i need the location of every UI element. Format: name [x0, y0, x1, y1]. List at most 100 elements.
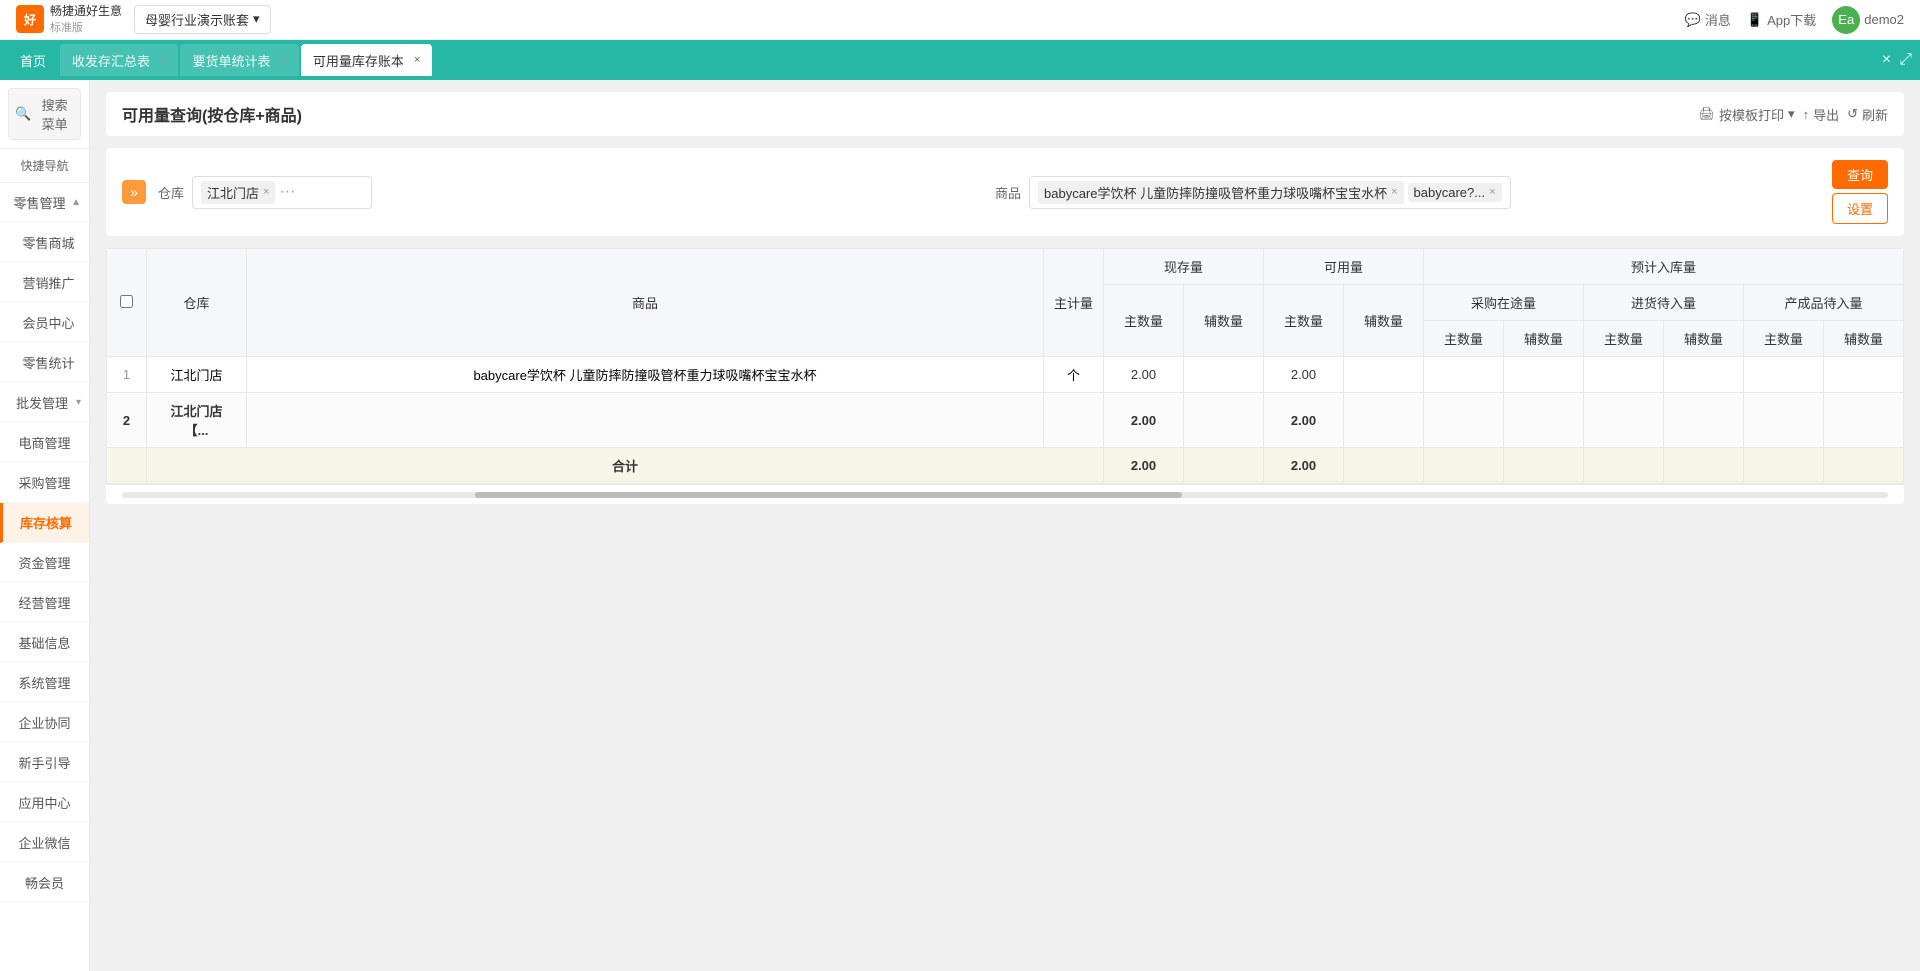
row2-available-main: 2.00: [1264, 393, 1344, 448]
top-bar: 好 畅捷通好生意 标准版 母婴行业演示账套 ▾ 💬 消息 📱 App下载 Ea …: [0, 0, 1920, 40]
th-available-aux: 辅数量: [1344, 285, 1424, 357]
user-name: demo2: [1864, 12, 1904, 27]
tab-receive-send[interactable]: 收发存汇总表 ×: [60, 44, 178, 76]
filter-actions: 查询 设置: [1832, 160, 1888, 224]
logo-icon: 好: [16, 5, 44, 33]
tab-bar: 首页 收发存汇总表 × 要货单统计表 × 可用量库存账本 × × ⤢: [0, 40, 1920, 80]
total-production-pending-main: [1744, 448, 1824, 484]
tab-available-inventory-label: 可用量库存账本: [313, 51, 404, 70]
tab-available-inventory[interactable]: 可用量库存账本 ×: [301, 44, 432, 76]
warehouse-filter-input[interactable]: 江北门店 × ···: [192, 176, 372, 209]
sidebar-item-ecommerce[interactable]: 电商管理: [0, 423, 89, 463]
sidebar-item-member-label: 畅会员: [8, 873, 81, 892]
product-tag1-close[interactable]: ×: [1391, 186, 1397, 198]
sidebar-item-new-guide[interactable]: 新手引导: [0, 743, 89, 783]
sidebar-item-wholesale-arrow: ▾: [76, 397, 81, 408]
export-icon: ↑: [1803, 107, 1810, 122]
row2-production-pending-aux: [1824, 393, 1904, 448]
refresh-btn[interactable]: ↺ 刷新: [1847, 105, 1888, 124]
page-content: 可用量查询(按仓库+商品) 🖨 按模板打印 ▾ ↑ 导出 ↺ 刷新: [90, 80, 1920, 516]
sidebar-item-enterprise[interactable]: 企业协同: [0, 703, 89, 743]
sidebar-item-enterprise-wx-label: 企业微信: [8, 833, 81, 852]
product-filter-input[interactable]: babycare学饮杯 儿童防摔防撞吸管杯重力球吸嘴杯宝宝水杯 × babyca…: [1029, 176, 1511, 209]
filter-product-group: 商品 babycare学饮杯 儿童防摔防撞吸管杯重力球吸嘴杯宝宝水杯 × bab…: [995, 176, 1820, 209]
export-btn[interactable]: ↑ 导出: [1803, 105, 1840, 124]
tab-home[interactable]: 首页: [8, 44, 58, 76]
row2-warehouse: 江北门店 【...: [147, 393, 247, 448]
tab-order-stats[interactable]: 要货单统计表 ×: [180, 44, 298, 76]
row2-product: [247, 393, 1044, 448]
warehouse-tag-close[interactable]: ×: [263, 186, 269, 198]
scrollbar-thumb[interactable]: [475, 492, 1181, 498]
th-purchase-transit-main: 主数量: [1424, 321, 1504, 357]
settings-btn[interactable]: 设置: [1832, 193, 1888, 224]
th-purchase-pending: 进货待入量: [1584, 285, 1744, 321]
tab-receive-send-close[interactable]: ×: [160, 54, 166, 66]
message-btn[interactable]: 💬 消息: [1685, 10, 1731, 29]
sidebar-item-marketing[interactable]: 营销推广: [0, 263, 89, 303]
sidebar-item-member[interactable]: 畅会员: [0, 863, 89, 903]
sidebar-item-base-info[interactable]: 基础信息: [0, 623, 89, 663]
total-available-main: 2.00: [1264, 448, 1344, 484]
org-selector[interactable]: 母婴行业演示账套 ▾: [134, 5, 271, 34]
sidebar-item-members[interactable]: 会员中心: [0, 303, 89, 343]
message-label: 消息: [1705, 10, 1731, 29]
select-all-checkbox[interactable]: [120, 295, 133, 308]
tab-home-label: 首页: [20, 51, 46, 70]
avatar: Ea: [1832, 6, 1860, 34]
sidebar-item-enterprise-wx[interactable]: 企业微信: [0, 823, 89, 863]
product-filter-label: 商品: [995, 183, 1021, 202]
sidebar-item-retail-shop[interactable]: 零售商城: [0, 223, 89, 263]
tab-fullscreen-btn[interactable]: ⤢: [1899, 51, 1912, 69]
row1-product: babycare学饮杯 儿童防摔防撞吸管杯重力球吸嘴杯宝宝水杯: [247, 357, 1044, 393]
filter-expand-btn[interactable]: »: [122, 180, 146, 204]
product-tag2-text: babycare?...: [1414, 185, 1486, 200]
sidebar-item-members-label: 会员中心: [16, 313, 81, 332]
tab-available-inventory-close[interactable]: ×: [414, 54, 420, 66]
sidebar-item-inventory-label: 库存核算: [11, 513, 81, 532]
row1-stock-aux: [1184, 357, 1264, 393]
total-available-aux: [1344, 448, 1424, 484]
sidebar-item-finance-label: 资金管理: [8, 553, 81, 572]
content-area: 可用量查询(按仓库+商品) 🖨 按模板打印 ▾ ↑ 导出 ↺ 刷新: [90, 80, 1920, 971]
tab-bar-right: × ⤢: [1882, 51, 1912, 69]
sidebar-item-retail[interactable]: 零售管理 ▲: [0, 183, 89, 223]
sidebar-item-app-center-label: 应用中心: [8, 793, 81, 812]
template-print-chevron: ▾: [1788, 106, 1795, 122]
th-warehouse: 仓库: [147, 249, 247, 357]
sidebar-item-system[interactable]: 系统管理: [0, 663, 89, 703]
row1-purchase-pending-aux: [1664, 357, 1744, 393]
sidebar-item-purchase[interactable]: 采购管理: [0, 463, 89, 503]
product-tag2-close[interactable]: ×: [1489, 186, 1495, 198]
sidebar-item-inventory[interactable]: 库存核算: [0, 503, 89, 543]
sidebar-item-retail-stats[interactable]: 零售统计: [0, 343, 89, 383]
template-print-btn[interactable]: 🖨 按模板打印 ▾: [1699, 105, 1795, 124]
query-btn[interactable]: 查询: [1832, 160, 1888, 189]
horizontal-scrollbar[interactable]: [122, 492, 1888, 498]
filter-warehouse-group: 仓库 江北门店 × ···: [158, 176, 983, 209]
search-menu-label: 搜索菜单: [35, 95, 74, 133]
tab-order-stats-close[interactable]: ×: [280, 54, 286, 66]
warehouse-tag-text: 江北门店: [207, 183, 259, 202]
sidebar-item-retail-shop-label: 零售商城: [16, 233, 81, 252]
main-layout: 🔍 搜索菜单 快捷导航 零售管理 ▲ 零售商城 营销推广 会员中心 零售统计 批…: [0, 80, 1920, 971]
total-label: 合计: [147, 448, 1104, 484]
inventory-table: 仓库 商品 主计量 现存量 可用量 预计入库量 主数量 辅数量 主数量 辅数量: [106, 248, 1904, 484]
sidebar-item-finance[interactable]: 资金管理: [0, 543, 89, 583]
search-menu-btn[interactable]: 🔍 搜索菜单: [8, 88, 81, 140]
sidebar-item-new-guide-label: 新手引导: [8, 753, 81, 772]
sidebar-item-app-center[interactable]: 应用中心: [0, 783, 89, 823]
sidebar-item-wholesale[interactable]: 批发管理 ▾: [0, 383, 89, 423]
product-tag1-text: babycare学饮杯 儿童防摔防撞吸管杯重力球吸嘴杯宝宝水杯: [1044, 183, 1387, 202]
app-download-btn[interactable]: 📱 App下载: [1747, 10, 1816, 29]
template-print-icon: 🖨: [1699, 106, 1716, 122]
table-row: 1 江北门店 babycare学饮杯 儿童防摔防撞吸管杯重力球吸嘴杯宝宝水杯 个…: [107, 357, 1904, 393]
tab-close-all-btn[interactable]: ×: [1882, 51, 1891, 69]
top-bar-right: 💬 消息 📱 App下载 Ea demo2: [1685, 6, 1904, 34]
total-purchase-pending-main: [1584, 448, 1664, 484]
quick-nav-btn[interactable]: 快捷导航: [20, 159, 68, 173]
total-purchase-transit-main: [1424, 448, 1504, 484]
sidebar-item-operations[interactable]: 经营管理: [0, 583, 89, 623]
logo-text-area: 畅捷通好生意 标准版: [50, 4, 122, 34]
user-menu[interactable]: Ea demo2: [1832, 6, 1904, 34]
